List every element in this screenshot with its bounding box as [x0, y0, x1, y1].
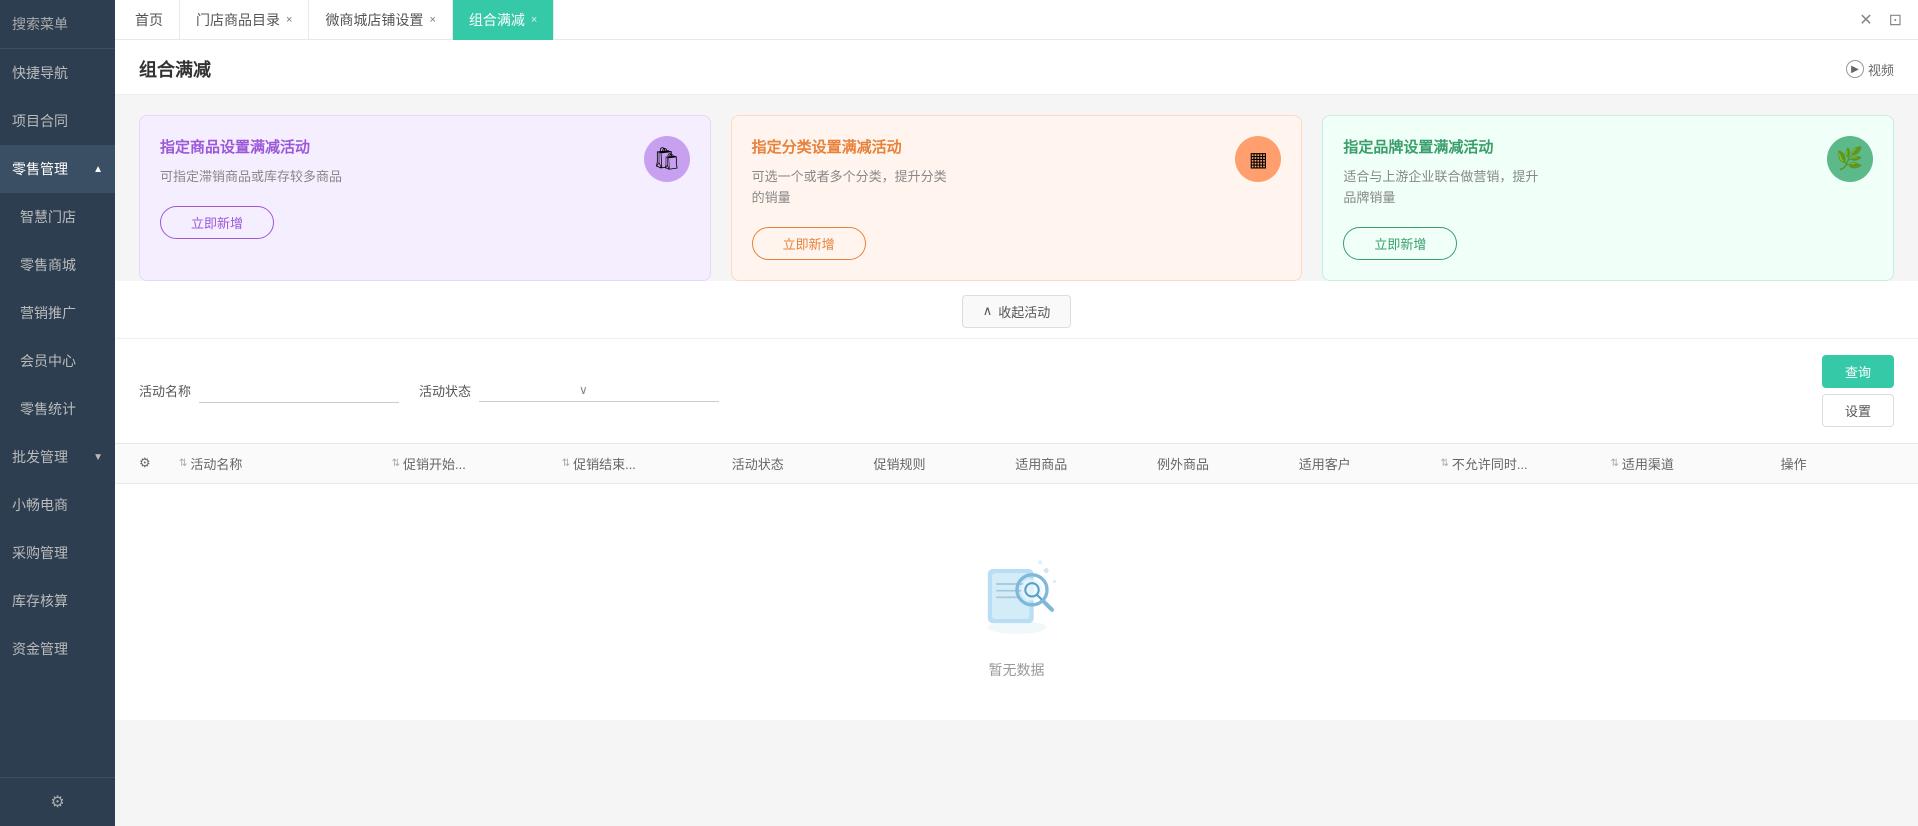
- filter-name-input[interactable]: [199, 379, 399, 403]
- sort-icon: ⇅: [1440, 458, 1448, 469]
- query-button[interactable]: 查询: [1822, 355, 1894, 388]
- th-rule: 促销规则: [874, 454, 1016, 473]
- chevron-up-icon: ▲: [93, 164, 103, 175]
- sort-icon: ⇅: [179, 458, 187, 469]
- sidebar-item-xiaochang[interactable]: 小畅电商: [0, 481, 115, 529]
- promo-card-product: 🛍 指定商品设置满减活动 可指定滞销商品或库存较多商品 立即新增: [139, 115, 711, 281]
- filter-name-label: 活动名称: [139, 381, 191, 400]
- chevron-up-icon: ∧: [983, 303, 993, 319]
- window-close-button[interactable]: ✕: [1855, 10, 1876, 30]
- sidebar-item-retail-mall[interactable]: 零售商城: [0, 241, 115, 289]
- filter-name-field: 活动名称: [139, 379, 399, 403]
- chevron-down-icon: ∨: [579, 383, 588, 397]
- sidebar-item-member-center[interactable]: 会员中心: [0, 337, 115, 385]
- tabs-bar: 首页 门店商品目录 × 微商城店铺设置 × 组合满减 × ✕ ⊡: [115, 0, 1918, 40]
- promo-cards-area: 🛍 指定商品设置满减活动 可指定滞销商品或库存较多商品 立即新增 ▦ 指定分类设…: [115, 95, 1918, 281]
- empty-illustration: [967, 544, 1067, 644]
- sidebar-bottom: ⚙: [0, 777, 115, 826]
- brand-card-icon: 🌿: [1827, 136, 1873, 182]
- category-card-title: 指定分类设置满减活动: [752, 136, 1282, 157]
- product-card-title: 指定商品设置满减活动: [160, 136, 690, 157]
- tabs-right: ✕ ⊡: [1855, 10, 1918, 30]
- sidebar-search[interactable]: 搜索菜单: [0, 0, 115, 49]
- collapse-activities-button[interactable]: ∧ 收起活动: [962, 295, 1072, 328]
- tab-home[interactable]: 首页: [115, 0, 180, 40]
- sidebar-item-smart-store[interactable]: 智慧门店: [0, 193, 115, 241]
- page-header: 组合满减 ▶ 视频: [115, 40, 1918, 95]
- sidebar-item-wholesale-mgmt[interactable]: 批发管理 ▼: [0, 433, 115, 481]
- promo-card-category: ▦ 指定分类设置满减活动 可选一个或者多个分类，提升分类的销量 立即新增: [731, 115, 1303, 281]
- tab-combo-discount-close[interactable]: ×: [531, 0, 537, 40]
- th-channel[interactable]: ⇅ 适用渠道: [1611, 454, 1781, 473]
- sidebar-item-retail-stats[interactable]: 零售统计: [0, 385, 115, 433]
- promo-card-brand: 🌿 指定品牌设置满减活动 适合与上游企业联合做营销，提升品牌销量 立即新增: [1322, 115, 1894, 281]
- th-status: 活动状态: [732, 454, 874, 473]
- table-area: ⚙ ⇅ 活动名称 ⇅ 促销开始... ⇅ 促销结束... 活动状态: [115, 443, 1918, 720]
- sort-icon: ⇅: [1611, 458, 1619, 469]
- th-nodup[interactable]: ⇅ 不允许同时...: [1440, 454, 1610, 473]
- tab-wechat-store-settings[interactable]: 微商城店铺设置 ×: [309, 0, 452, 40]
- filter-status-field: 活动状态 ∨: [419, 379, 719, 402]
- sidebar-item-finance[interactable]: 资金管理: [0, 625, 115, 673]
- collapse-bar: ∧ 收起活动: [115, 281, 1918, 338]
- play-icon: ▶: [1846, 60, 1864, 78]
- category-card-add-button[interactable]: 立即新增: [752, 227, 866, 260]
- product-card-desc: 可指定滞销商品或库存较多商品: [160, 167, 360, 188]
- th-except: 例外商品: [1157, 454, 1299, 473]
- tab-wechat-store-close[interactable]: ×: [429, 0, 435, 40]
- sidebar-item-purchase-mgmt[interactable]: 采购管理: [0, 529, 115, 577]
- sort-icon: ⇅: [392, 458, 400, 469]
- sidebar: 搜索菜单 快捷导航 项目合同 零售管理 ▲ 智慧门店 零售商城 营销推广 会员中…: [0, 0, 115, 826]
- category-card-icon: ▦: [1235, 136, 1281, 182]
- filter-status-label: 活动状态: [419, 381, 471, 400]
- tab-store-catalog-close[interactable]: ×: [286, 0, 292, 40]
- chevron-down-icon: ▼: [93, 452, 103, 463]
- th-gear[interactable]: ⚙: [139, 455, 179, 471]
- page-content: 组合满减 ▶ 视频 🛍 指定商品设置满减活动 可指定滞销商品或库存较多商品 立即…: [115, 40, 1918, 826]
- category-card-desc: 可选一个或者多个分类，提升分类的销量: [752, 167, 952, 209]
- th-product: 适用商品: [1015, 454, 1157, 473]
- filter-area: 活动名称 活动状态 ∨ 查询 设置: [115, 338, 1918, 443]
- brand-card-add-button[interactable]: 立即新增: [1343, 227, 1457, 260]
- sidebar-item-quick-nav[interactable]: 快捷导航: [0, 49, 115, 97]
- gear-icon: ⚙: [139, 455, 151, 471]
- sidebar-item-project-contract[interactable]: 项目合同: [0, 97, 115, 145]
- filter-status-select[interactable]: ∨: [479, 379, 719, 402]
- video-link[interactable]: ▶ 视频: [1846, 60, 1894, 79]
- page-title: 组合满减: [139, 56, 211, 82]
- settings-icon[interactable]: ⚙: [50, 792, 64, 812]
- settings-button[interactable]: 设置: [1822, 394, 1894, 427]
- main-area: 首页 门店商品目录 × 微商城店铺设置 × 组合满减 × ✕ ⊡ 组合满减 ▶ …: [115, 0, 1918, 826]
- tab-combo-discount[interactable]: 组合满减 ×: [453, 0, 554, 40]
- tab-store-catalog[interactable]: 门店商品目录 ×: [180, 0, 309, 40]
- brand-card-desc: 适合与上游企业联合做营销，提升品牌销量: [1343, 167, 1543, 209]
- sidebar-item-inventory[interactable]: 库存核算: [0, 577, 115, 625]
- th-name[interactable]: ⇅ 活动名称: [179, 454, 392, 473]
- empty-state: 暂无数据: [115, 484, 1918, 720]
- filter-buttons: 查询 设置: [1822, 355, 1894, 427]
- th-end[interactable]: ⇅ 促销结束...: [562, 454, 732, 473]
- sidebar-item-marketing[interactable]: 营销推广: [0, 289, 115, 337]
- product-card-icon: 🛍: [644, 136, 690, 182]
- brand-card-title: 指定品牌设置满减活动: [1343, 136, 1873, 157]
- sort-icon: ⇅: [562, 458, 570, 469]
- window-maximize-button[interactable]: ⊡: [1885, 10, 1906, 30]
- product-card-add-button[interactable]: 立即新增: [160, 206, 274, 239]
- empty-text: 暂无数据: [989, 660, 1045, 680]
- th-customer: 适用客户: [1299, 454, 1441, 473]
- sidebar-item-retail-mgmt[interactable]: 零售管理 ▲: [0, 145, 115, 193]
- table-header-row: ⚙ ⇅ 活动名称 ⇅ 促销开始... ⇅ 促销结束... 活动状态: [115, 443, 1918, 484]
- th-action: 操作: [1781, 454, 1894, 473]
- th-start[interactable]: ⇅ 促销开始...: [392, 454, 562, 473]
